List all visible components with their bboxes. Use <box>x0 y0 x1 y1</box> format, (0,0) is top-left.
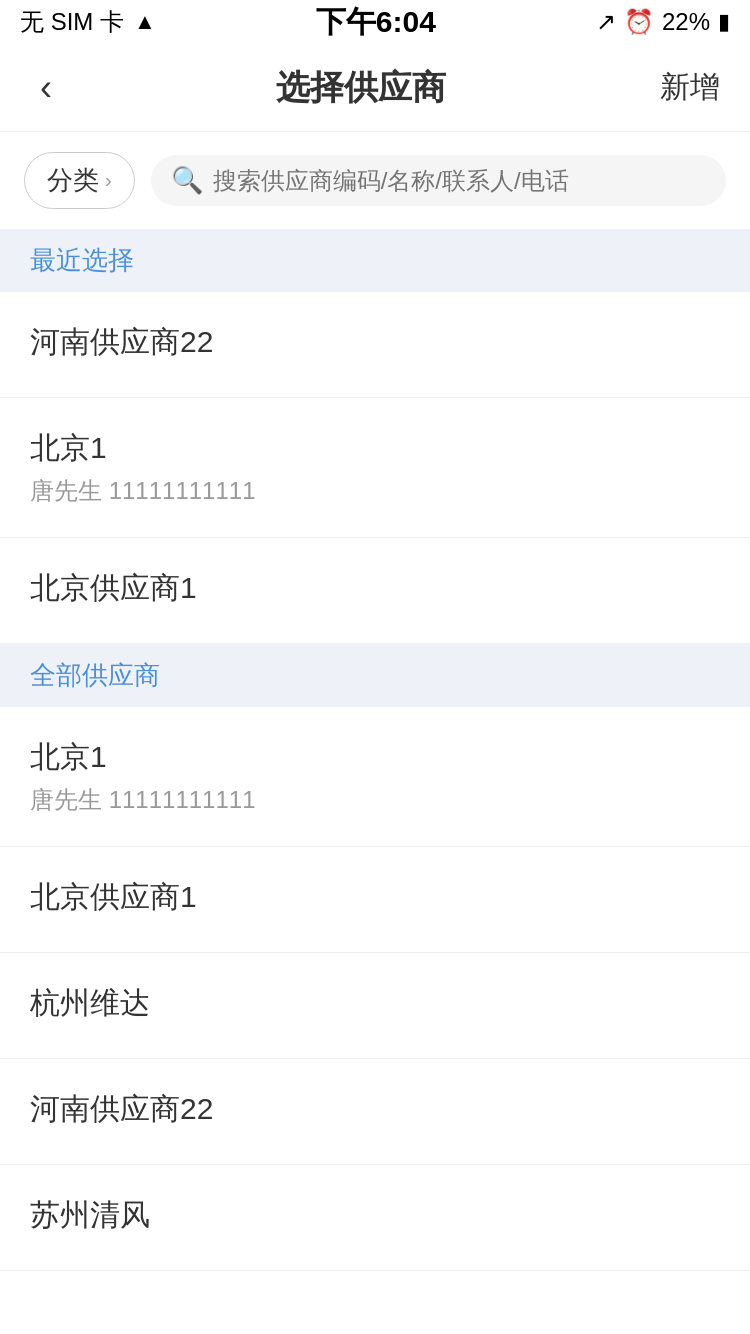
item-sub: 唐先生 11111111111 <box>30 475 720 507</box>
battery-icon: ▮ <box>718 9 730 35</box>
status-left: 无 SIM 卡 ▲ <box>20 6 156 38</box>
wifi-icon: ▲ <box>134 9 156 35</box>
item-name: 河南供应商22 <box>30 1089 720 1130</box>
nav-bar: ‹ 选择供应商 新增 <box>0 44 750 132</box>
recent-list: 河南供应商22 北京1 唐先生 11111111111 北京供应商1 <box>0 292 750 644</box>
status-bar: 无 SIM 卡 ▲ 下午6:04 ↗ ⏰ 22% ▮ <box>0 0 750 44</box>
item-name: 北京1 <box>30 428 720 469</box>
all-section-header: 全部供应商 <box>0 644 750 707</box>
carrier-text: 无 SIM 卡 <box>20 6 124 38</box>
add-button[interactable]: 新增 <box>660 67 720 108</box>
recent-list-item[interactable]: 河南供应商22 <box>0 292 750 398</box>
all-list-item[interactable]: 河南供应商22 <box>0 1059 750 1165</box>
item-name: 北京供应商1 <box>30 877 720 918</box>
location-icon: ↗ <box>596 8 616 36</box>
item-name: 北京供应商1 <box>30 568 720 609</box>
item-name: 杭州维达 <box>30 983 720 1024</box>
recent-list-item[interactable]: 北京供应商1 <box>0 538 750 644</box>
search-icon: 🔍 <box>171 165 203 196</box>
search-bar: 分类 › 🔍 <box>0 132 750 229</box>
search-input[interactable] <box>213 167 706 195</box>
all-list-item[interactable]: 北京1 唐先生 11111111111 <box>0 707 750 847</box>
back-button[interactable]: ‹ <box>30 57 62 119</box>
chevron-right-icon: › <box>105 169 112 192</box>
battery-text: 22% <box>662 8 710 36</box>
all-list: 北京1 唐先生 11111111111 北京供应商1 杭州维达河南供应商22 苏州清风 <box>0 707 750 1271</box>
status-time: 下午6:04 <box>316 2 436 43</box>
status-right: ↗ ⏰ 22% ▮ <box>596 8 730 36</box>
category-button[interactable]: 分类 › <box>24 152 135 209</box>
recent-section-label: 最近选择 <box>30 245 134 275</box>
all-list-item[interactable]: 杭州维达 <box>0 953 750 1059</box>
item-name: 苏州清风 <box>30 1195 720 1236</box>
category-label: 分类 <box>47 163 99 198</box>
item-name: 河南供应商22 <box>30 322 720 363</box>
item-sub: 唐先生 11111111111 <box>30 784 720 816</box>
item-name: 北京1 <box>30 737 720 778</box>
recent-list-item[interactable]: 北京1 唐先生 11111111111 <box>0 398 750 538</box>
recent-section-header: 最近选择 <box>0 229 750 292</box>
search-input-wrap: 🔍 <box>151 155 726 206</box>
alarm-icon: ⏰ <box>624 8 654 36</box>
all-list-item[interactable]: 苏州清风 <box>0 1165 750 1271</box>
page-title: 选择供应商 <box>276 65 446 111</box>
all-section-label: 全部供应商 <box>30 660 160 690</box>
all-list-item[interactable]: 北京供应商1 <box>0 847 750 953</box>
